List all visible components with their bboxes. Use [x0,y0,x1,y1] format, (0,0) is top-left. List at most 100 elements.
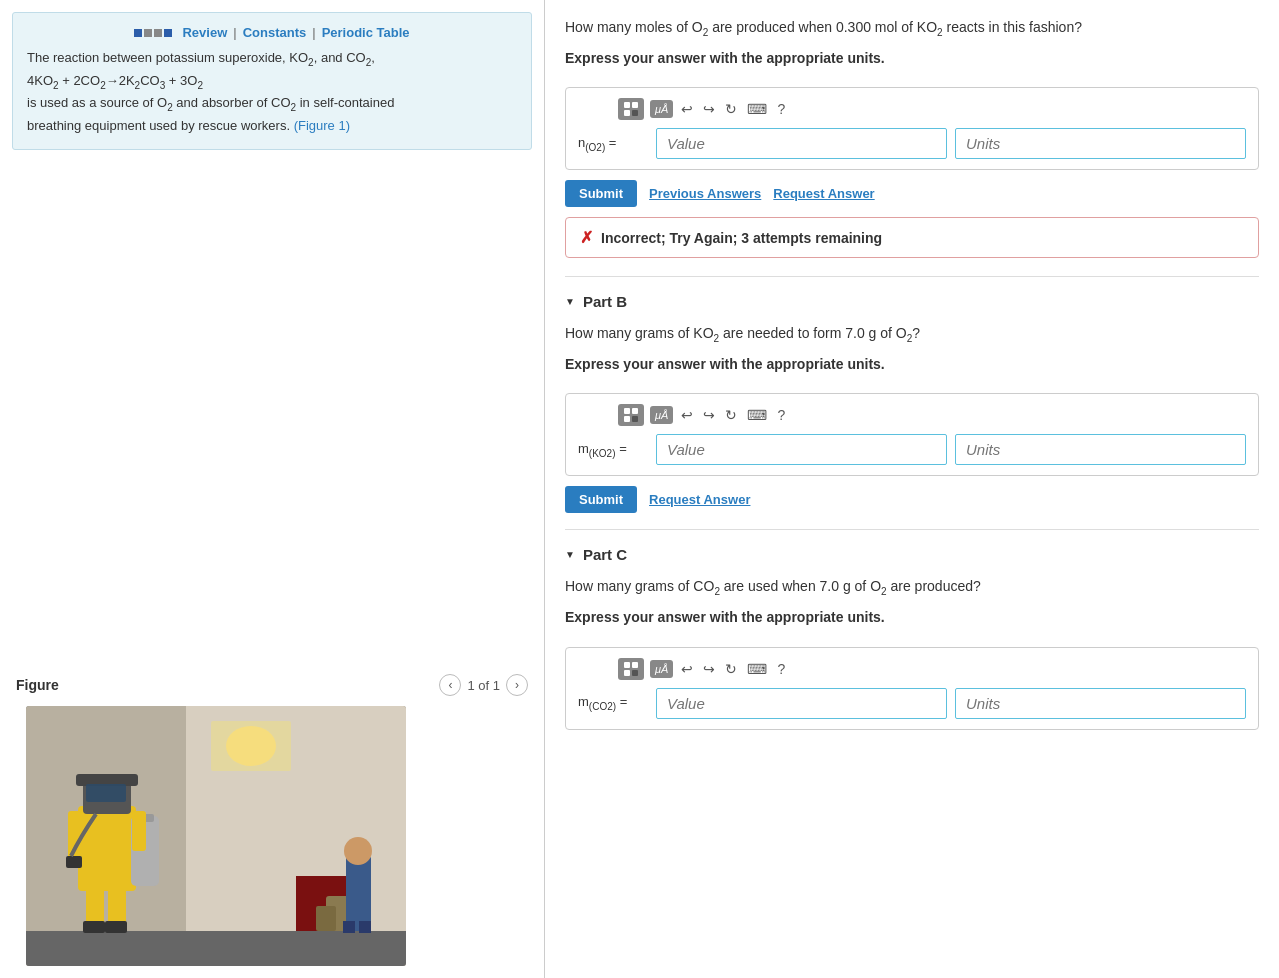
svg-rect-32 [632,416,638,422]
svg-rect-29 [624,408,630,414]
svg-rect-36 [632,670,638,676]
part-b-header: ▼ Part B [565,293,1259,310]
part-b-action-row: Submit Request Answer [565,486,1259,513]
part-c-units-input[interactable] [955,688,1246,719]
part-a-value-input[interactable] [656,128,947,159]
figure-title: Figure [16,677,59,693]
part-c-input-label: m(CO2) = [578,694,648,712]
part-b-undo-button[interactable]: ↩ [679,405,695,425]
part-c-toolbar: μÅ ↩ ↪ ↻ ⌨ ? [578,658,1246,680]
part-b-collapse-button[interactable]: ▼ [565,296,575,307]
part-b-input-row: m(KO2) = [578,434,1246,465]
svg-rect-34 [632,662,638,668]
undo-button[interactable]: ↩ [679,99,695,119]
svg-rect-35 [624,670,630,676]
part-b-value-input[interactable] [656,434,947,465]
part-a-request-answer-button[interactable]: Request Answer [773,186,874,201]
svg-rect-31 [624,416,630,422]
constants-link[interactable]: Constants [243,25,307,40]
mu-button[interactable]: μÅ [650,100,673,118]
help-button[interactable]: ? [775,99,787,119]
part-c-undo-button[interactable]: ↩ [679,659,695,679]
review-bar: Review | Constants | Periodic Table [27,25,517,40]
part-a-answer-box: μÅ ↩ ↪ ↻ ⌨ ? n(O2) = [565,87,1259,170]
part-b-submit-button[interactable]: Submit [565,486,637,513]
periodic-table-link[interactable]: Periodic Table [322,25,410,40]
part-a-question-text: How many moles of O2 are produced when 0… [565,16,1259,41]
svg-rect-5 [316,906,336,931]
part-b-matrix-button[interactable] [618,404,644,426]
part-c-matrix-button[interactable] [618,658,644,680]
part-a-question: How many moles of O2 are produced when 0… [565,16,1259,69]
svg-rect-14 [132,811,146,851]
part-b-input-label: m(KO2) = [578,441,648,459]
figure-page-indicator: 1 of 1 [467,678,500,693]
right-panel: How many moles of O2 are produced when 0… [545,0,1279,978]
part-c-label: Part C [583,546,627,563]
sep2: | [312,25,315,40]
svg-rect-30 [632,408,638,414]
svg-rect-10 [78,806,136,891]
svg-rect-28 [632,110,638,116]
part-a-instruction: Express your answer with the appropriate… [565,47,1259,69]
part-b-instruction: Express your answer with the appropriate… [565,353,1259,375]
part-b-units-input[interactable] [955,434,1246,465]
part-b-keyboard-button[interactable]: ⌨ [745,405,769,425]
figure-prev-button[interactable]: ‹ [439,674,461,696]
svg-rect-25 [624,102,630,108]
incorrect-icon: ✗ [580,228,593,247]
svg-rect-26 [632,102,638,108]
figure-nav: ‹ 1 of 1 › [439,674,528,696]
svg-rect-22 [359,921,371,933]
divider-1 [565,276,1259,277]
svg-point-20 [344,837,372,865]
part-c-header: ▼ Part C [565,546,1259,563]
svg-rect-21 [343,921,355,933]
part-c-collapse-button[interactable]: ▼ [565,549,575,560]
svg-rect-27 [624,110,630,116]
svg-rect-18 [86,784,126,802]
part-b-request-answer-button[interactable]: Request Answer [649,492,750,507]
part-c-help-button[interactable]: ? [775,659,787,679]
part-b-answer-box: μÅ ↩ ↪ ↻ ⌨ ? m(KO2) = [565,393,1259,476]
figure-header: Figure ‹ 1 of 1 › [16,674,528,696]
left-panel: Review | Constants | Periodic Table The … [0,0,545,978]
part-c-refresh-button[interactable]: ↻ [723,659,739,679]
part-c-keyboard-button[interactable]: ⌨ [745,659,769,679]
part-a-submit-button[interactable]: Submit [565,180,637,207]
svg-rect-19 [346,856,371,931]
part-b-redo-button[interactable]: ↪ [701,405,717,425]
part-a-toolbar: μÅ ↩ ↪ ↻ ⌨ ? [578,98,1246,120]
part-c-input-row: m(CO2) = [578,688,1246,719]
refresh-button[interactable]: ↻ [723,99,739,119]
matrix-button[interactable] [618,98,644,120]
part-b-refresh-button[interactable]: ↻ [723,405,739,425]
part-c-mu-button[interactable]: μÅ [650,660,673,678]
part-b-question: How many grams of KO2 are needed to form… [565,322,1259,375]
part-c-redo-button[interactable]: ↪ [701,659,717,679]
svg-point-24 [226,726,276,766]
part-b-toolbar: μÅ ↩ ↪ ↻ ⌨ ? [578,404,1246,426]
svg-rect-33 [624,662,630,668]
redo-button[interactable]: ↪ [701,99,717,119]
svg-rect-15 [66,856,82,868]
part-a-input-label: n(O2) = [578,135,648,153]
part-a-units-input[interactable] [955,128,1246,159]
figure-link[interactable]: (Figure 1) [294,118,350,133]
keyboard-button[interactable]: ⌨ [745,99,769,119]
part-a-input-row: n(O2) = [578,128,1246,159]
part-c-question-text: How many grams of CO2 are used when 7.0 … [565,575,1259,600]
part-a-prev-answers-button[interactable]: Previous Answers [649,186,761,201]
part-a-feedback-box: ✗ Incorrect; Try Again; 3 attempts remai… [565,217,1259,258]
part-b-help-button[interactable]: ? [775,405,787,425]
part-c-instruction: Express your answer with the appropriate… [565,606,1259,628]
svg-rect-8 [83,921,105,933]
figure-next-button[interactable]: › [506,674,528,696]
svg-rect-3 [26,931,406,966]
divider-2 [565,529,1259,530]
review-link[interactable]: Review [182,25,227,40]
problem-context-box: Review | Constants | Periodic Table The … [12,12,532,150]
figure-section: Figure ‹ 1 of 1 › [0,662,544,978]
part-c-value-input[interactable] [656,688,947,719]
part-b-mu-button[interactable]: μÅ [650,406,673,424]
